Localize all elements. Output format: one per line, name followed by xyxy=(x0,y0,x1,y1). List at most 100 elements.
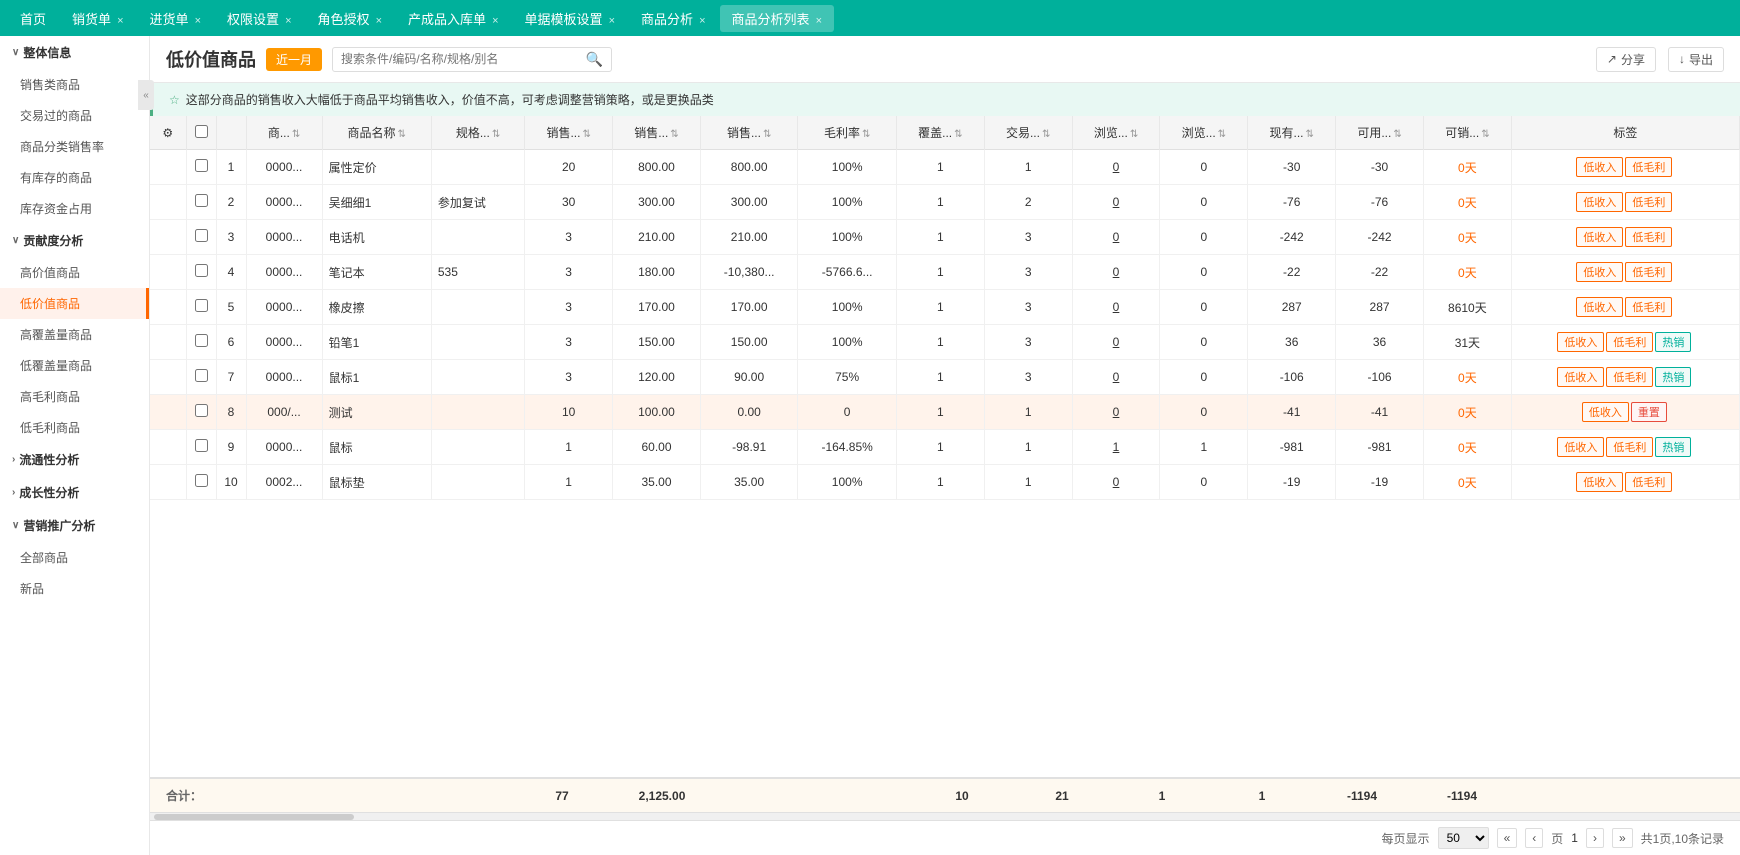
sidebar-section-流通性分析[interactable]: ›流通性分析 xyxy=(0,443,149,476)
browse-link[interactable]: 0 xyxy=(1113,160,1120,174)
browse1-cell[interactable]: 0 xyxy=(1072,290,1160,325)
sidebar-item-高覆盖量商品[interactable]: 高覆盖量商品 xyxy=(0,319,149,350)
browse-link[interactable]: 0 xyxy=(1113,475,1120,489)
page-size-select[interactable]: 50 100 200 xyxy=(1438,827,1489,849)
arrow-icon: ∨ xyxy=(12,47,19,58)
checkbox-cell[interactable] xyxy=(186,150,216,185)
code-cell: 0000... xyxy=(246,430,322,465)
nav-close-进货单[interactable]: × xyxy=(192,15,201,27)
nav-close-商品分析[interactable]: × xyxy=(696,15,705,27)
th-settings[interactable]: ⚙ xyxy=(150,116,186,150)
checkbox-cell[interactable] xyxy=(186,465,216,500)
sidebar-item-有库存的商品[interactable]: 有库存的商品 xyxy=(0,162,149,193)
row-checkbox[interactable] xyxy=(195,404,208,417)
nav-item-权限设置[interactable]: 权限设置 × xyxy=(215,5,304,32)
checkbox-cell[interactable] xyxy=(186,185,216,220)
browse-link[interactable]: 1 xyxy=(1113,440,1120,454)
settings-cell xyxy=(150,290,186,325)
browse1-cell[interactable]: 0 xyxy=(1072,220,1160,255)
sidebar-item-低覆盖量商品[interactable]: 低覆盖量商品 xyxy=(0,350,149,381)
nav-item-单据模板设置[interactable]: 单据模板设置 × xyxy=(513,5,628,32)
row-checkbox[interactable] xyxy=(195,194,208,207)
sidebar-collapse-btn[interactable]: « xyxy=(138,80,154,110)
checkbox-cell[interactable] xyxy=(186,360,216,395)
share-button[interactable]: ↗ 分享 xyxy=(1596,47,1656,72)
sidebar-item-商品分类销售率[interactable]: 商品分类销售率 xyxy=(0,131,149,162)
table-area[interactable]: ⚙ 商...⇅ 商品名称⇅ 规格...⇅ 销售...⇅ 销售...⇅ 销售...… xyxy=(150,116,1740,777)
sidebar-item-库存资金占用[interactable]: 库存资金占用 xyxy=(0,193,149,224)
sidebar-section-贡献度分析[interactable]: ∨贡献度分析 xyxy=(0,224,149,257)
browse1-cell[interactable]: 0 xyxy=(1072,185,1160,220)
sidebar-item-销售类商品[interactable]: 销售类商品 xyxy=(0,69,149,100)
horizontal-scrollbar[interactable] xyxy=(150,812,1740,820)
sidebar-section-整体信息[interactable]: ∨整体信息 xyxy=(0,36,149,69)
browse-link[interactable]: 0 xyxy=(1113,335,1120,349)
cover-cell: 1 xyxy=(896,325,984,360)
nav-close-商品分析列表[interactable]: × xyxy=(813,15,822,27)
browse1-cell[interactable]: 0 xyxy=(1072,360,1160,395)
nav-close-权限设置[interactable]: × xyxy=(282,15,291,27)
browse1-cell[interactable]: 0 xyxy=(1072,395,1160,430)
nav-item-商品分析[interactable]: 商品分析 × xyxy=(629,5,718,32)
nav-close-销货单[interactable]: × xyxy=(114,15,123,27)
browse-link[interactable]: 0 xyxy=(1113,300,1120,314)
browse1-cell[interactable]: 0 xyxy=(1072,150,1160,185)
sidebar-section-成长性分析[interactable]: ›成长性分析 xyxy=(0,476,149,509)
search-icon[interactable]: 🔍 xyxy=(586,51,603,68)
checkbox-cell[interactable] xyxy=(186,290,216,325)
last-page-btn[interactable]: » xyxy=(1612,828,1633,848)
row-checkbox[interactable] xyxy=(195,159,208,172)
checkbox-cell[interactable] xyxy=(186,395,216,430)
checkbox-cell[interactable] xyxy=(186,255,216,290)
scrollbar-thumb[interactable] xyxy=(154,814,354,820)
nav-item-商品分析列表[interactable]: 商品分析列表 × xyxy=(720,5,835,32)
row-checkbox[interactable] xyxy=(195,229,208,242)
search-input[interactable] xyxy=(341,52,586,66)
footer-cover: 10 xyxy=(922,789,1002,803)
row-checkbox[interactable] xyxy=(195,334,208,347)
browse-link[interactable]: 0 xyxy=(1113,370,1120,384)
browse1-cell[interactable]: 1 xyxy=(1072,430,1160,465)
sidebar-item-全部商品[interactable]: 全部商品 xyxy=(0,542,149,573)
sidebar-section-营销推广分析[interactable]: ∨营销推广分析 xyxy=(0,509,149,542)
browse-link[interactable]: 0 xyxy=(1113,230,1120,244)
nav-item-进货单[interactable]: 进货单 × xyxy=(138,5,214,32)
row-checkbox[interactable] xyxy=(195,474,208,487)
nav-close-角色授权[interactable]: × xyxy=(373,15,382,27)
sidebar-item-低价值商品[interactable]: 低价值商品 xyxy=(0,288,149,319)
checkbox-cell[interactable] xyxy=(186,325,216,360)
row-checkbox[interactable] xyxy=(195,369,208,382)
th-checkbox[interactable] xyxy=(186,116,216,150)
nav-item-产成品入库单[interactable]: 产成品入库单 × xyxy=(396,5,511,32)
sidebar-item-高毛利商品[interactable]: 高毛利商品 xyxy=(0,381,149,412)
checkbox-cell[interactable] xyxy=(186,220,216,255)
row-checkbox[interactable] xyxy=(195,264,208,277)
sidebar-item-低毛利商品[interactable]: 低毛利商品 xyxy=(0,412,149,443)
sidebar-item-交易过的商品[interactable]: 交易过的商品 xyxy=(0,100,149,131)
browse-link[interactable]: 0 xyxy=(1113,265,1120,279)
export-button[interactable]: ↓ 导出 xyxy=(1668,47,1724,72)
prev-page-btn[interactable]: ‹ xyxy=(1525,828,1543,848)
browse-link[interactable]: 0 xyxy=(1113,405,1120,419)
next-page-btn[interactable]: › xyxy=(1586,828,1604,848)
sidebar-item-新品[interactable]: 新品 xyxy=(0,573,149,604)
nav-item-角色授权[interactable]: 角色授权 × xyxy=(306,5,395,32)
browse-link[interactable]: 0 xyxy=(1113,195,1120,209)
filter-button[interactable]: 近一月 xyxy=(266,48,322,71)
browse1-cell[interactable]: 0 xyxy=(1072,465,1160,500)
nav-item-销货单[interactable]: 销货单 × xyxy=(60,5,136,32)
browse1-cell[interactable]: 0 xyxy=(1072,255,1160,290)
checkbox-cell[interactable] xyxy=(186,430,216,465)
sales1-cell: 30 xyxy=(525,185,613,220)
sidebar-item-高价值商品[interactable]: 高价值商品 xyxy=(0,257,149,288)
nav-item-首页[interactable]: 首页 xyxy=(8,5,58,32)
row-checkbox[interactable] xyxy=(195,299,208,312)
first-page-btn[interactable]: « xyxy=(1497,828,1518,848)
gross-cell: 100% xyxy=(798,290,897,325)
browse1-cell[interactable]: 0 xyxy=(1072,325,1160,360)
select-all-checkbox[interactable] xyxy=(195,125,208,138)
nav-close-单据模板设置[interactable]: × xyxy=(606,15,615,27)
row-checkbox[interactable] xyxy=(195,439,208,452)
nav-close-产成品入库单[interactable]: × xyxy=(489,15,498,27)
trade-cell: 3 xyxy=(984,255,1072,290)
